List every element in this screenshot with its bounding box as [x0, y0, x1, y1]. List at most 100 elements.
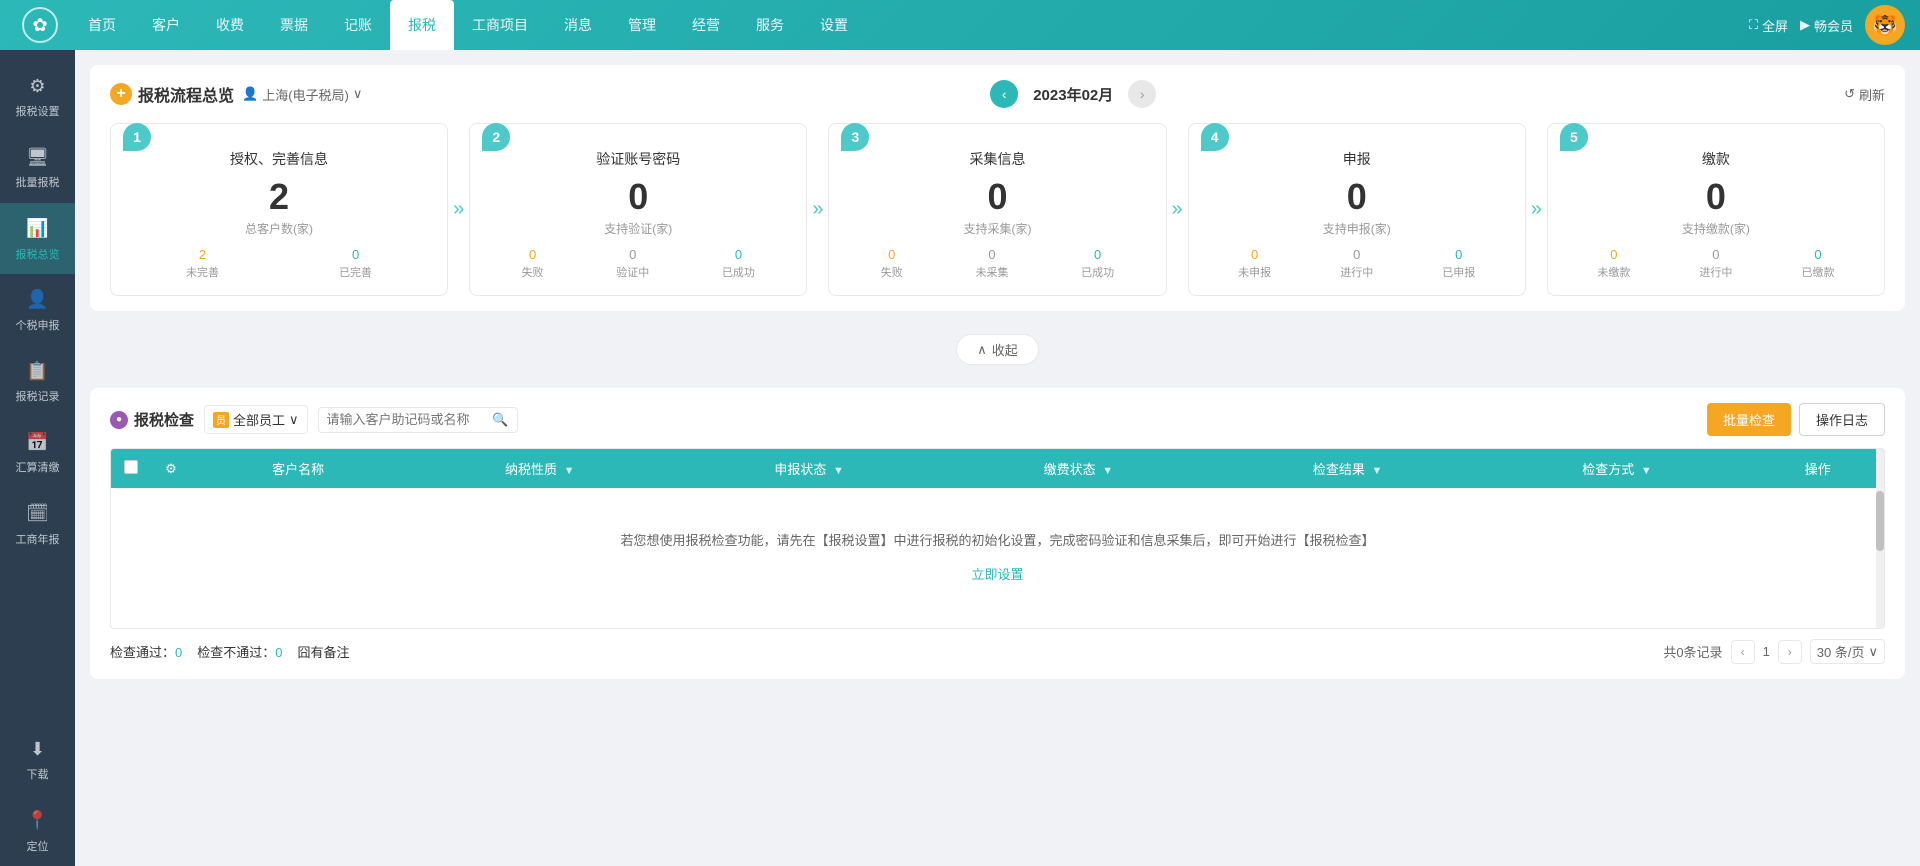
- check-result-header[interactable]: 检查结果 ▼: [1213, 449, 1482, 488]
- step-title-5: 缴款: [1563, 149, 1869, 169]
- step-subtitle-3: 支持采集(家): [844, 220, 1150, 237]
- stat-not-paid[interactable]: 0 未缴款: [1597, 247, 1630, 280]
- stat-incomplete[interactable]: 2 未完善: [186, 247, 219, 280]
- stat-in-progress-4-label: 进行中: [1340, 264, 1373, 280]
- per-page-selector[interactable]: 30 条/页 ∨: [1810, 639, 1885, 664]
- stat-complete[interactable]: 0 已完善: [339, 247, 372, 280]
- step-stats-5: 0 未缴款 0 进行中 0 已缴款: [1563, 247, 1869, 280]
- step-stats-3: 0 失败 0 未采集 0 已成功: [844, 247, 1150, 280]
- sidebar-item-download[interactable]: ⬇ 下载: [0, 723, 75, 794]
- collapse-button[interactable]: ∧ 收起: [956, 334, 1039, 365]
- step-subtitle-5: 支持缴款(家): [1563, 220, 1869, 237]
- sidebar-item-annual-settlement[interactable]: 📅 汇算清缴: [0, 416, 75, 487]
- tax-type-filter-icon: ▼: [564, 465, 575, 477]
- nav-tax[interactable]: 报税: [390, 0, 454, 50]
- check-method-header[interactable]: 检查方式 ▼: [1482, 449, 1751, 488]
- table-settings-icon[interactable]: ⚙: [165, 461, 177, 476]
- declare-status-header[interactable]: 申报状态 ▼: [674, 449, 943, 488]
- pass-count[interactable]: 0: [175, 645, 182, 660]
- stat-paid[interactable]: 0 已缴款: [1801, 247, 1834, 280]
- prev-month-button[interactable]: ‹: [990, 80, 1018, 108]
- search-input[interactable]: [327, 412, 493, 427]
- app-logo[interactable]: ✿: [10, 7, 70, 43]
- check-method-label: 检查方式: [1582, 462, 1634, 477]
- nav-message[interactable]: 消息: [546, 0, 610, 50]
- sidebar-item-tax-overview[interactable]: 📊 报税总览: [0, 203, 75, 274]
- batch-check-button[interactable]: 批量检查: [1707, 403, 1791, 436]
- nav-home[interactable]: 首页: [70, 0, 134, 50]
- step-stats-4: 0 未申报 0 进行中 0 已申报: [1204, 247, 1510, 280]
- collapse-icon: ∧: [977, 342, 987, 358]
- collapse-bar: ∧ 收起: [90, 326, 1905, 373]
- stat-not-collected-label: 未采集: [975, 264, 1008, 280]
- select-all-checkbox[interactable]: [124, 460, 138, 474]
- sidebar-item-tax-record[interactable]: 📋 报税记录: [0, 345, 75, 416]
- stat-collected[interactable]: 0 已成功: [1081, 247, 1114, 280]
- sidebar-item-batch-tax[interactable]: 🖥 批量报税: [0, 131, 75, 202]
- setup-link[interactable]: 立即设置: [971, 567, 1023, 582]
- sidebar-item-personal-tax[interactable]: 👤 个税申报: [0, 274, 75, 345]
- per-page-label: 30 条/页: [1817, 642, 1865, 661]
- payment-filter-icon: ▼: [1102, 465, 1113, 477]
- location-selector[interactable]: 👤 上海(电子税局) ∨: [242, 85, 362, 104]
- stat-verifying-value: 0: [629, 247, 636, 262]
- flow-overview-title-text: 报税流程总览: [138, 82, 234, 106]
- stat-fail-3[interactable]: 0 失败: [881, 247, 903, 280]
- prev-page-button[interactable]: ‹: [1731, 640, 1755, 664]
- table-header-row: ⚙ 客户名称 纳税性质 ▼ 申报状态 ▼: [111, 449, 1884, 488]
- nav-bizproject[interactable]: 工商项目: [454, 0, 546, 50]
- scroll-thumb[interactable]: [1876, 491, 1884, 551]
- fullscreen-button[interactable]: ⛶ 全屏: [1749, 16, 1788, 35]
- check-pass-label: 检查通过：0: [110, 642, 182, 661]
- top-navigation: ✿ 首页 客户 收费 票据 记账 报税 工商项目 消息 管理 经营 服务 设置 …: [0, 0, 1920, 50]
- operation-header: 操作: [1752, 449, 1884, 488]
- sidebar-item-tax-settings[interactable]: ⚙ 报税设置: [0, 60, 75, 131]
- arrow-4-5: »: [1526, 123, 1547, 296]
- nav-invoice[interactable]: 票据: [262, 0, 326, 50]
- stat-in-progress-4[interactable]: 0 进行中: [1340, 247, 1373, 280]
- mascot-avatar[interactable]: 🐯: [1865, 5, 1905, 45]
- nav-fee[interactable]: 收费: [198, 0, 262, 50]
- sidebar-item-annual-report[interactable]: 🗓 工商年报: [0, 488, 75, 559]
- search-icon[interactable]: 🔍: [492, 412, 508, 428]
- stat-fail-3-value: 0: [888, 247, 895, 262]
- stat-collected-label: 已成功: [1081, 264, 1114, 280]
- operation-label: 操作: [1805, 462, 1831, 477]
- purple-circle-icon: ●: [110, 411, 128, 429]
- nav-settings[interactable]: 设置: [802, 0, 866, 50]
- payment-status-header[interactable]: 缴费状态 ▼: [944, 449, 1213, 488]
- scrollbar-right[interactable]: [1876, 449, 1884, 628]
- nav-customer[interactable]: 客户: [134, 0, 198, 50]
- next-page-button[interactable]: ›: [1778, 640, 1802, 664]
- per-page-chevron: ∨: [1868, 644, 1878, 660]
- step-number-4: 4: [1201, 123, 1229, 151]
- stat-in-progress-5[interactable]: 0 进行中: [1699, 247, 1732, 280]
- next-month-button[interactable]: ›: [1128, 80, 1156, 108]
- play-icon: ▶: [1800, 17, 1810, 33]
- stat-declared[interactable]: 0 已申报: [1442, 247, 1475, 280]
- nav-manage[interactable]: 管理: [610, 0, 674, 50]
- table-body: 若您想使用报税检查功能，请先在【报税设置】中进行报税的初始化设置，完成密码验证和…: [111, 488, 1884, 628]
- employee-filter-dropdown[interactable]: 员 全部员工 ∨: [204, 405, 308, 434]
- tax-type-header[interactable]: 纳税性质 ▼: [405, 449, 674, 488]
- member-button[interactable]: ▶ 畅会员: [1800, 16, 1853, 35]
- operation-log-button[interactable]: 操作日志: [1799, 403, 1885, 436]
- sidebar: ⚙ 报税设置 🖥 批量报税 📊 报税总览 👤 个税申报 📋 报税记录 📅 汇算清…: [0, 50, 75, 866]
- nav-bookkeeping[interactable]: 记账: [326, 0, 390, 50]
- sidebar-item-location[interactable]: 📍 定位: [0, 795, 75, 866]
- sidebar-label-download: 下载: [27, 768, 49, 782]
- tax-check-title-text: 报税检查: [134, 409, 194, 430]
- stat-fail-2[interactable]: 0 失败: [522, 247, 544, 280]
- customer-name-header[interactable]: 客户名称: [191, 449, 405, 488]
- sidebar-label-tax-settings: 报税设置: [16, 105, 60, 119]
- nav-service[interactable]: 服务: [738, 0, 802, 50]
- customer-name-label: 客户名称: [272, 462, 324, 477]
- stat-verified[interactable]: 0 已成功: [722, 247, 755, 280]
- stat-verifying[interactable]: 0 验证中: [616, 247, 649, 280]
- fail-count[interactable]: 0: [275, 645, 282, 660]
- stat-not-collected[interactable]: 0 未采集: [975, 247, 1008, 280]
- refresh-button[interactable]: ↺ 刷新: [1844, 85, 1885, 104]
- nav-operation[interactable]: 经营: [674, 0, 738, 50]
- declare-filter-icon: ▼: [833, 465, 844, 477]
- stat-not-declared[interactable]: 0 未申报: [1238, 247, 1271, 280]
